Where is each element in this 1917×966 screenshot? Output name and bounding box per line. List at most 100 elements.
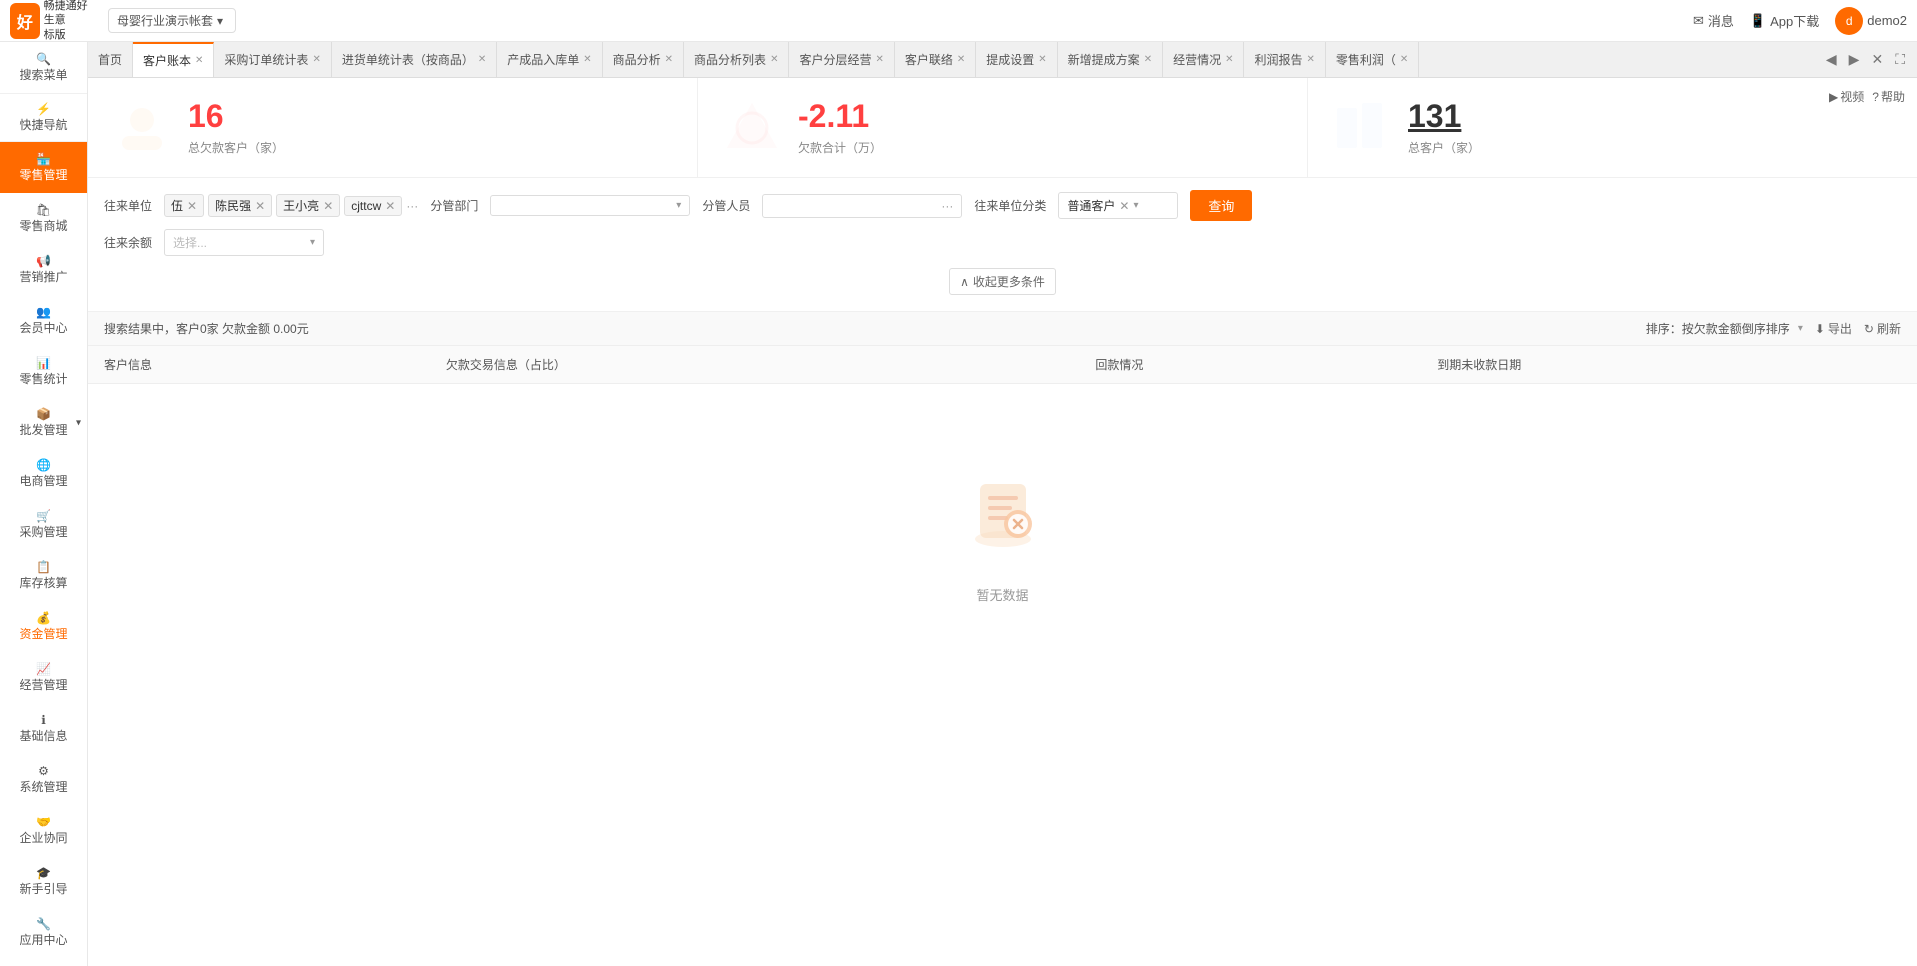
- unit-type-tag-close[interactable]: ✕: [1119, 199, 1129, 213]
- tab-customer-contact[interactable]: 客户联络 ✕: [895, 42, 976, 78]
- tab-scroll-right[interactable]: ▶: [1845, 49, 1864, 70]
- account-selector[interactable]: 母婴行业演示帐套 ▾: [108, 8, 236, 33]
- tab-close-ops[interactable]: ✕: [875, 54, 883, 65]
- sidebar-item-purchase[interactable]: 🛒 采购管理: [0, 499, 87, 550]
- tab-bar: 首页 客户账本 ✕ 采购订单统计表 ✕ 进货单统计表（按商品） ✕ 产成品入库单…: [88, 42, 1917, 78]
- tab-close-purchase[interactable]: ✕: [312, 54, 320, 65]
- tab-business[interactable]: 经营情况 ✕: [1163, 42, 1244, 78]
- sidebar-item-retail[interactable]: 🏪 零售管理: [0, 142, 87, 193]
- content-area: 首页 客户账本 ✕ 采购订单统计表 ✕ 进货单统计表（按商品） ✕ 产成品入库单…: [88, 42, 1917, 966]
- filter-tag-close-3[interactable]: ✕: [385, 199, 395, 213]
- tab-retail-profit[interactable]: 零售利润（ ✕: [1326, 42, 1419, 78]
- filter-dept-select[interactable]: ▾: [490, 195, 690, 216]
- tab-close-profit[interactable]: ✕: [1307, 54, 1315, 65]
- filter-tag-1: 陈民强 ✕: [208, 194, 272, 217]
- refresh-btn[interactable]: ↻ 刷新: [1864, 320, 1901, 337]
- filter-tag-close-2[interactable]: ✕: [323, 199, 333, 213]
- app-download-btn[interactable]: 📱 App下载: [1750, 11, 1819, 30]
- sidebar-item-ecommerce[interactable]: 🌐 电商管理: [0, 448, 87, 499]
- sidebar-item-operations[interactable]: 📈 经营管理: [0, 652, 87, 703]
- filter-person-select[interactable]: ···: [762, 194, 962, 218]
- filter-area: 往来单位 伍 ✕ 陈民强 ✕ 王小亮 ✕: [88, 178, 1917, 312]
- message-btn[interactable]: ✉ 消息: [1693, 11, 1734, 30]
- tab-close-promo-set[interactable]: ✕: [1038, 54, 1046, 65]
- page-content: 16 总欠款客户（家） -2.11 欠款合计（万）: [88, 78, 1917, 966]
- tab-close-contact[interactable]: ✕: [957, 54, 965, 65]
- tab-purchase-orders[interactable]: 采购订单统计表 ✕: [214, 42, 331, 78]
- stat-value-overdue-customers: 16: [188, 99, 284, 134]
- tab-inbound-stats[interactable]: 进货单统计表（按商品） ✕: [332, 42, 497, 78]
- video-btn[interactable]: ▶ 视频: [1829, 88, 1864, 105]
- sidebar-item-search[interactable]: 🔍 搜索菜单: [0, 42, 87, 94]
- tab-close-all[interactable]: ✕: [1867, 49, 1887, 70]
- table-col-customer: 客户信息: [88, 346, 430, 384]
- tab-new-plan[interactable]: 新增提成方案 ✕: [1058, 42, 1163, 78]
- filter-dept-label: 分管部门: [430, 197, 478, 214]
- tab-close-biz[interactable]: ✕: [1225, 54, 1233, 65]
- tab-close-inbound[interactable]: ✕: [478, 54, 486, 65]
- chevron-down-icon: ▾: [676, 200, 681, 211]
- tab-close-product[interactable]: ✕: [665, 54, 673, 65]
- sidebar-item-basic[interactable]: ℹ 基础信息: [0, 703, 87, 754]
- filter-tag-2: 王小亮 ✕: [276, 194, 340, 217]
- sidebar-item-member[interactable]: 👥 会员中心: [0, 295, 87, 346]
- filter-tag-close-0[interactable]: ✕: [187, 199, 197, 213]
- tab-product-analysis[interactable]: 商品分析 ✕: [603, 42, 684, 78]
- tab-close-retail[interactable]: ✕: [1400, 54, 1408, 65]
- sidebar-item-marketing[interactable]: 📢 营销推广: [0, 244, 87, 295]
- filter-tag-0: 伍 ✕: [164, 194, 204, 217]
- tab-close-plan[interactable]: ✕: [1144, 54, 1152, 65]
- filter-row-2: 往来余额 选择... ▾: [104, 229, 1901, 256]
- stat-info-total: 131 总客户（家）: [1408, 99, 1480, 155]
- results-summary: 搜索结果中，客户0家 欠款金额 0.00元: [104, 320, 1646, 337]
- user-menu[interactable]: d demo2: [1835, 7, 1907, 35]
- filter-tag-3: cjttcw ✕: [344, 196, 402, 216]
- tab-customer-ops[interactable]: 客户分层经营 ✕: [789, 42, 894, 78]
- tab-accounts[interactable]: 客户账本 ✕: [133, 42, 214, 78]
- filter-unit-type-tag: 普通客户 ✕: [1067, 197, 1129, 214]
- sidebar-item-system[interactable]: ⚙ 系统管理: [0, 754, 87, 805]
- tab-home[interactable]: 首页: [88, 42, 133, 78]
- sort-select[interactable]: 排序：按欠款金额倒序排序 ▾: [1646, 320, 1803, 337]
- stat-value-total: 131: [1408, 99, 1480, 134]
- filter-balance-label: 往来余额: [104, 234, 152, 251]
- stat-actions: ▶ 视频 ? 帮助: [1829, 88, 1905, 105]
- sidebar-item-finance[interactable]: 💰 资金管理: [0, 601, 87, 652]
- stat-info-customers: 16 总欠款客户（家）: [188, 99, 284, 155]
- sidebar-item-newbie[interactable]: 🎓 新手引导: [0, 856, 87, 907]
- data-table: 客户信息 欠款交易信息（占比） 回款情况 到期未收款日期: [88, 346, 1917, 684]
- export-btn[interactable]: ⬇ 导出: [1815, 320, 1852, 337]
- filter-unit-type-label: 往来单位分类: [974, 197, 1046, 214]
- sidebar-item-quick-nav[interactable]: ⚡ 快捷导航: [0, 94, 87, 142]
- empty-row: 暂无数据: [88, 384, 1917, 685]
- filter-unit-tags: 伍 ✕ 陈民强 ✕ 王小亮 ✕ cjttcw ✕: [164, 194, 418, 217]
- query-button[interactable]: 查询: [1190, 190, 1252, 221]
- tab-promotion-settings[interactable]: 提成设置 ✕: [976, 42, 1057, 78]
- tab-expand[interactable]: ⛶: [1891, 49, 1909, 70]
- filter-balance-select[interactable]: 选择... ▾: [164, 229, 324, 256]
- help-btn[interactable]: ? 帮助: [1872, 88, 1905, 105]
- dots-icon: ···: [941, 199, 953, 213]
- sidebar-item-inventory[interactable]: 📋 库存核算: [0, 550, 87, 601]
- sidebar-item-enterprise-coop[interactable]: 🤝 企业协同: [0, 805, 87, 856]
- sidebar-item-enterprise-wechat[interactable]: 💬 企业微信: [0, 958, 87, 966]
- tab-product-list[interactable]: 商品分析列表 ✕: [684, 42, 789, 78]
- stat-card-overdue-amount: -2.11 欠款合计（万）: [698, 78, 1308, 177]
- tab-profit[interactable]: 利润报告 ✕: [1244, 42, 1325, 78]
- tab-close-production[interactable]: ✕: [583, 54, 591, 65]
- collapse-btn[interactable]: ∧ 收起更多条件: [949, 268, 1056, 295]
- tab-close-product-list[interactable]: ✕: [770, 54, 778, 65]
- filter-unit-type-select[interactable]: 普通客户 ✕ ▾: [1058, 192, 1178, 219]
- tab-scroll-left[interactable]: ◀: [1822, 49, 1841, 70]
- filter-tag-close-1[interactable]: ✕: [255, 199, 265, 213]
- filter-collapse-row: ∧ 收起更多条件: [104, 264, 1901, 299]
- tab-close-accounts[interactable]: ✕: [195, 55, 203, 66]
- table-header-row: 客户信息 欠款交易信息（占比） 回款情况 到期未收款日期: [88, 346, 1917, 384]
- sidebar-item-retail-mall[interactable]: 🛍 零售商城: [0, 193, 87, 244]
- sidebar-item-wholesale[interactable]: 📦 批发管理: [0, 397, 87, 448]
- chevron-down-icon-2: ▾: [1133, 200, 1138, 211]
- sidebar-item-retail-stats[interactable]: 📊 零售统计: [0, 346, 87, 397]
- tab-production[interactable]: 产成品入库单 ✕: [497, 42, 602, 78]
- sidebar-item-app-center[interactable]: 🔧 应用中心: [0, 907, 87, 958]
- filter-more-btn[interactable]: ···: [406, 199, 418, 213]
